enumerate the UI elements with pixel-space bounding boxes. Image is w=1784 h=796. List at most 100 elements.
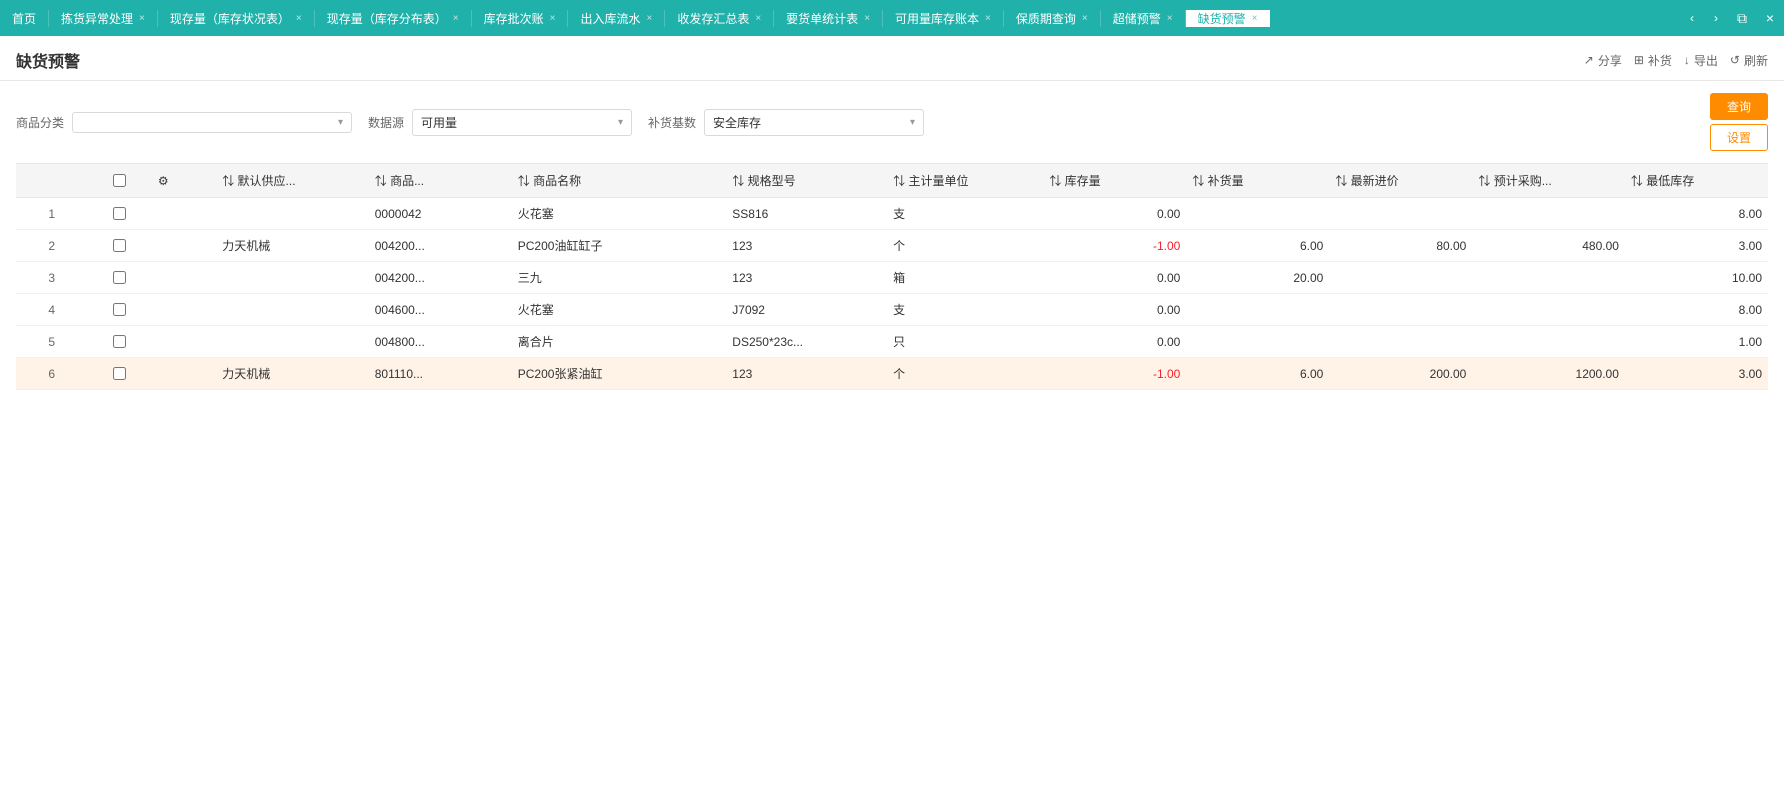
query-button[interactable]: 查询 [1710,93,1768,120]
tab-overstock[interactable]: 超储预警× [1101,10,1186,27]
th-unit[interactable]: ⇅ 主计量单位 [887,164,1043,198]
category-filter-group: 商品分类 ▾ [16,112,352,133]
cell-gear [152,262,216,294]
cell-spec: SS816 [726,198,887,230]
th-index [16,164,88,198]
tab-close-batch-account[interactable]: × [550,13,556,24]
tab-inventory-status[interactable]: 现存量（库存状况表）× [158,10,315,27]
cell-checkbox[interactable] [88,294,152,326]
tab-close-collect-summary[interactable]: × [755,13,761,24]
cell-unit: 支 [887,294,1043,326]
tab-nav-next[interactable]: › [1704,11,1728,25]
cell-spec: J7092 [726,294,887,326]
tab-close-btn[interactable]: × [1756,10,1784,26]
tab-batch-account[interactable]: 库存批次账 × [472,10,569,27]
tab-close-inventory-dist[interactable]: × [453,13,459,24]
share-action[interactable]: ↗ 分享 [1584,52,1622,69]
tab-label-batch-account: 库存批次账 [484,10,544,27]
cell-unit: 支 [887,198,1043,230]
row-checkbox[interactable] [113,303,126,316]
cell-checkbox[interactable] [88,358,152,390]
cell-supplier [216,326,369,358]
table-row: 5 004800... 离合片 DS250*23c... 只 0.00 1.00 [16,326,1768,358]
tab-close-inout-flow[interactable]: × [646,13,652,24]
cell-checkbox[interactable] [88,198,152,230]
cell-stock: 0.00 [1043,326,1186,358]
share-label: 分享 [1598,52,1622,69]
cell-gear [152,358,216,390]
tab-close-order-stats[interactable]: × [864,13,870,24]
tab-nav-prev[interactable]: ‹ [1680,11,1704,25]
category-select[interactable]: ▾ [72,112,352,133]
cell-purchase: 1200.00 [1472,358,1625,390]
cell-minstock: 10.00 [1625,262,1768,294]
refresh-action[interactable]: ↺ 刷新 [1730,52,1768,69]
cell-code: 004600... [369,294,512,326]
th-code[interactable]: ⇅ 商品... [369,164,512,198]
cell-spec: 123 [726,358,887,390]
cell-purchase [1472,326,1625,358]
export-action[interactable]: ↓ 导出 [1684,52,1718,69]
replenish-base-select[interactable]: 安全库存 ▾ [704,109,924,136]
tab-bar: 首页拣货异常处理×现存量（库存状况表）×现存量（库存分布表）×库存批次账×出入库… [0,0,1784,36]
tab-home[interactable]: 首页 [0,10,49,27]
row-checkbox[interactable] [113,335,126,348]
row-checkbox[interactable] [113,207,126,220]
datasource-label: 数据源 [368,114,404,131]
tab-order-stats[interactable]: 要货单统计表× [774,10,883,27]
cell-stock: -1.00 [1043,358,1186,390]
cell-checkbox[interactable] [88,326,152,358]
datasource-value: 可用量 [421,114,457,131]
tab-close-abnormal[interactable]: × [139,13,145,24]
replenish-action[interactable]: ⊞ 补货 [1634,52,1672,69]
cell-minstock: 8.00 [1625,294,1768,326]
tab-close-expiry-query[interactable]: × [1082,13,1088,24]
header-actions: ↗ 分享 ⊞ 补货 ↓ 导出 ↺ 刷新 [1584,52,1768,69]
th-minstock-label: ⇅ 最低库存 [1631,172,1694,189]
tab-restore-btn[interactable]: ⧉ [1728,10,1756,27]
row-checkbox[interactable] [113,239,126,252]
th-replenish[interactable]: ⇅ 补货量 [1186,164,1329,198]
select-all-checkbox[interactable] [113,174,126,187]
tab-close-inventory-status[interactable]: × [296,13,302,24]
cell-code: 004800... [369,326,512,358]
table-row: 4 004600... 火花塞 J7092 支 0.00 8.00 [16,294,1768,326]
tab-inventory-dist[interactable]: 现存量（库存分布表）× [315,10,472,27]
tab-close-overstock[interactable]: × [1167,13,1173,24]
th-spec[interactable]: ⇅ 规格型号 [726,164,887,198]
th-name[interactable]: ⇅ 商品名称 [512,164,727,198]
th-purchase[interactable]: ⇅ 预计采购... [1472,164,1625,198]
tab-available-ledger[interactable]: 可用量库存账本 × [883,10,1004,27]
cell-code: 004200... [369,262,512,294]
th-gear[interactable]: ⚙ [152,164,216,198]
cell-index: 6 [16,358,88,390]
tab-collect-summary[interactable]: 收发存汇总表× [665,10,774,27]
th-supplier[interactable]: ⇅ 默认供应... [216,164,369,198]
cell-minstock: 3.00 [1625,358,1768,390]
cell-purchase: 480.00 [1472,230,1625,262]
th-stock[interactable]: ⇅ 库存量 [1043,164,1186,198]
table-header-row: ⚙ ⇅ 默认供应... ⇅ 商品... ⇅ 商品名称 [16,164,1768,198]
tab-shortage[interactable]: 缺货预警× [1186,10,1271,27]
tab-label-available-ledger: 可用量库存账本 [895,10,979,27]
share-icon: ↗ [1584,53,1594,67]
tab-abnormal[interactable]: 拣货异常处理× [49,10,158,27]
tab-inout-flow[interactable]: 出入库流水× [568,10,665,27]
cell-price [1329,198,1472,230]
th-price[interactable]: ⇅ 最新进价 [1329,164,1472,198]
tab-expiry-query[interactable]: 保质期查询× [1004,10,1101,27]
cell-checkbox[interactable] [88,230,152,262]
cell-stock: -1.00 [1043,230,1186,262]
th-minstock[interactable]: ⇅ 最低库存 [1625,164,1768,198]
tab-close-shortage[interactable]: × [1252,13,1258,24]
cell-price [1329,326,1472,358]
tab-close-available-ledger[interactable]: × [985,13,991,24]
settings-button[interactable]: 设置 [1710,124,1768,151]
replenish-base-dropdown-icon: ▾ [910,117,915,128]
row-checkbox[interactable] [113,271,126,284]
cell-name: PC200张紧油缸 [512,358,727,390]
row-checkbox[interactable] [113,367,126,380]
cell-replenish [1186,326,1329,358]
cell-checkbox[interactable] [88,262,152,294]
datasource-select[interactable]: 可用量 ▾ [412,109,632,136]
